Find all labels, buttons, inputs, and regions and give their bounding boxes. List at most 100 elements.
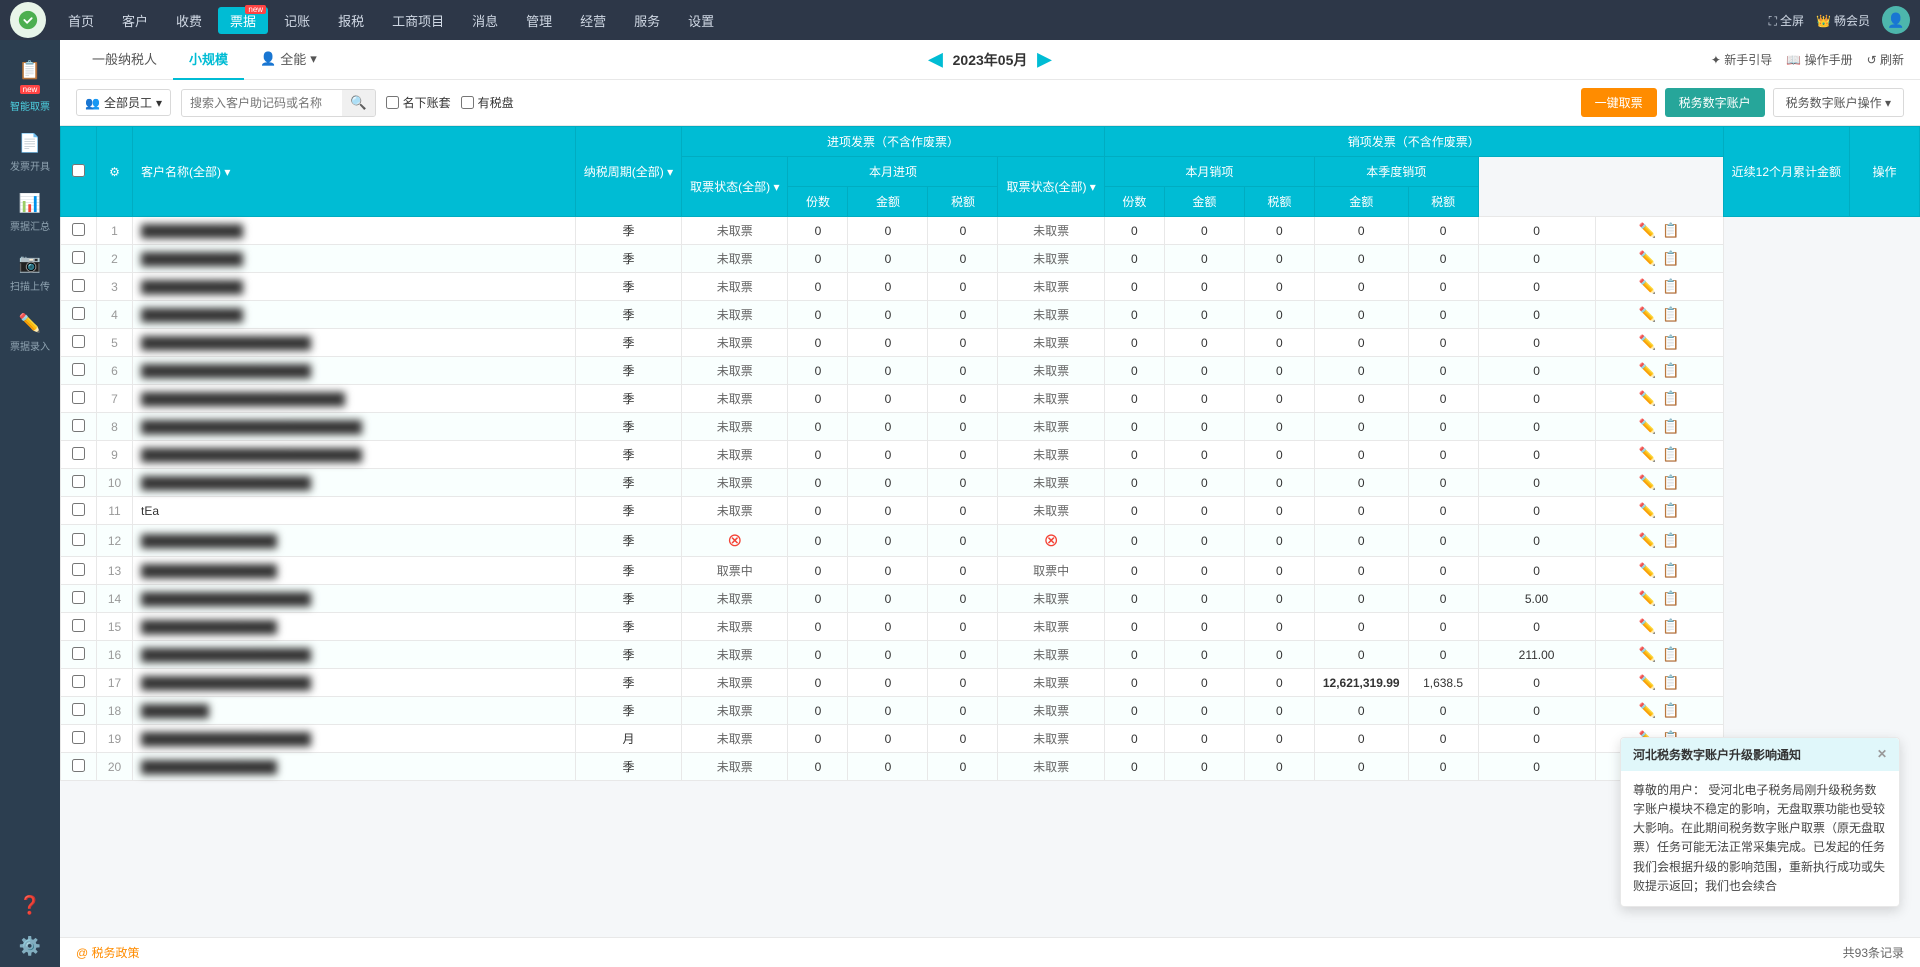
edit-icon[interactable]: ✏️ (1639, 306, 1656, 323)
table-cell[interactable] (61, 753, 97, 781)
copy-icon[interactable]: 📋 (1662, 222, 1679, 239)
search-input[interactable] (182, 92, 342, 114)
th-in-status[interactable]: 取票状态(全部) ▾ (682, 157, 788, 217)
manual-btn[interactable]: 📖 操作手册 (1786, 51, 1852, 68)
edit-icon[interactable]: ✏️ (1639, 702, 1656, 719)
row-checkbox[interactable] (72, 731, 85, 744)
copy-icon[interactable]: 📋 (1662, 446, 1679, 463)
table-cell[interactable] (61, 497, 97, 525)
search-button[interactable]: 🔍 (342, 90, 375, 116)
nav-manage[interactable]: 管理 (514, 7, 564, 34)
th-customer-name[interactable]: 客户名称(全部) ▾ (133, 127, 576, 217)
edit-icon[interactable]: ✏️ (1639, 446, 1656, 463)
sidebar-item-invoice-summary[interactable]: 📊 票据汇总 (0, 183, 60, 243)
edit-icon[interactable]: ✏️ (1639, 562, 1656, 579)
table-cell[interactable] (61, 525, 97, 557)
refresh-btn[interactable]: ↺ 刷新 (1867, 51, 1904, 68)
copy-icon[interactable]: 📋 (1662, 306, 1679, 323)
table-cell[interactable] (61, 469, 97, 497)
edit-icon[interactable]: ✏️ (1639, 502, 1656, 519)
customer-name[interactable]: ████████████████████ (133, 357, 576, 385)
next-month-arrow[interactable]: ▶ (1037, 49, 1051, 70)
edit-icon[interactable]: ✏️ (1639, 334, 1656, 351)
copy-icon[interactable]: 📋 (1662, 674, 1679, 691)
edit-icon[interactable]: ✏️ (1639, 618, 1656, 635)
row-checkbox[interactable] (72, 759, 85, 772)
filter-tax-disk[interactable]: 有税盘 (461, 94, 514, 111)
nav-settings[interactable]: 设置 (676, 7, 726, 34)
row-checkbox[interactable] (72, 335, 85, 348)
nav-business[interactable]: 工商项目 (380, 7, 456, 34)
copy-icon[interactable]: 📋 (1662, 590, 1679, 607)
customer-name[interactable]: ████████████████ (133, 525, 576, 557)
sidebar-item-issue-invoice[interactable]: 📄 发票开具 (0, 123, 60, 183)
sidebar-item-smart-invoice[interactable]: 📋 new 智能取票 (0, 50, 60, 123)
edit-icon[interactable]: ✏️ (1639, 646, 1656, 663)
edit-icon[interactable]: ✏️ (1639, 418, 1656, 435)
row-checkbox[interactable] (72, 419, 85, 432)
table-cell[interactable] (61, 557, 97, 585)
customer-name[interactable]: ████████████████ (133, 557, 576, 585)
row-checkbox[interactable] (72, 391, 85, 404)
table-cell[interactable] (61, 301, 97, 329)
nav-customer[interactable]: 客户 (110, 7, 160, 34)
row-checkbox[interactable] (72, 647, 85, 660)
row-checkbox[interactable] (72, 307, 85, 320)
edit-icon[interactable]: ✏️ (1639, 278, 1656, 295)
tax-disk-checkbox[interactable] (461, 96, 474, 109)
copy-icon[interactable]: 📋 (1662, 474, 1679, 491)
edit-icon[interactable]: ✏️ (1639, 474, 1656, 491)
row-checkbox[interactable] (72, 363, 85, 376)
customer-name[interactable]: ████████████████████ (133, 641, 576, 669)
tax-digital-account-btn[interactable]: 税务数字账户 (1665, 88, 1765, 117)
customer-name[interactable]: ████████████ (133, 245, 576, 273)
customer-name[interactable]: ████████████████████ (133, 725, 576, 753)
nav-tax[interactable]: 报税 (326, 7, 376, 34)
copy-icon[interactable]: 📋 (1662, 646, 1679, 663)
copy-icon[interactable]: 📋 (1662, 418, 1679, 435)
edit-icon[interactable]: ✏️ (1639, 390, 1656, 407)
copy-icon[interactable]: 📋 (1662, 502, 1679, 519)
customer-name[interactable]: ████████████████ (133, 753, 576, 781)
customer-name[interactable]: ████████████ (133, 217, 576, 245)
edit-icon[interactable]: ✏️ (1639, 222, 1656, 239)
copy-icon[interactable]: 📋 (1662, 618, 1679, 635)
edit-icon[interactable]: ✏️ (1639, 590, 1656, 607)
table-cell[interactable] (61, 245, 97, 273)
filter-sub-accounts[interactable]: 名下账套 (386, 94, 451, 111)
table-cell[interactable] (61, 697, 97, 725)
table-cell[interactable] (61, 641, 97, 669)
row-checkbox[interactable] (72, 223, 85, 236)
row-checkbox[interactable] (72, 703, 85, 716)
row-checkbox[interactable] (72, 619, 85, 632)
customer-name[interactable]: ████████████████████ (133, 585, 576, 613)
nav-bookkeeping[interactable]: 记账 (272, 7, 322, 34)
customer-name[interactable]: ████████████████ (133, 613, 576, 641)
sidebar-item-settings[interactable]: ⚙️ (0, 926, 60, 967)
copy-icon[interactable]: 📋 (1662, 390, 1679, 407)
copy-icon[interactable]: 📋 (1662, 562, 1679, 579)
sidebar-item-scan-upload[interactable]: 📷 扫描上传 (0, 243, 60, 303)
customer-name[interactable]: ████████████████████████ (133, 385, 576, 413)
tax-policy-link[interactable]: @ 税务政策 (76, 944, 140, 961)
customer-name[interactable]: ████████████ (133, 273, 576, 301)
th-out-status[interactable]: 取票状态(全部) ▾ (998, 157, 1104, 217)
row-checkbox[interactable] (72, 563, 85, 576)
row-checkbox[interactable] (72, 591, 85, 604)
copy-icon[interactable]: 📋 (1662, 702, 1679, 719)
row-checkbox[interactable] (72, 251, 85, 264)
copy-icon[interactable]: 📋 (1662, 532, 1679, 549)
one-click-invoice-btn[interactable]: 一键取票 (1581, 88, 1657, 117)
nav-invoice[interactable]: 票据 new (218, 7, 268, 34)
table-cell[interactable] (61, 385, 97, 413)
table-cell[interactable] (61, 725, 97, 753)
nav-service[interactable]: 服务 (622, 7, 672, 34)
row-checkbox[interactable] (72, 675, 85, 688)
customer-name[interactable]: tEa (133, 497, 576, 525)
tab-small-scale[interactable]: 小规模 (173, 40, 244, 80)
sidebar-item-ticket-entry[interactable]: ✏️ 票据录入 (0, 303, 60, 363)
sidebar-item-help[interactable]: ❓ (0, 885, 60, 926)
row-checkbox[interactable] (72, 533, 85, 546)
new-guide-btn[interactable]: ✦ 新手引导 (1711, 51, 1772, 68)
select-all-checkbox[interactable] (72, 164, 85, 177)
